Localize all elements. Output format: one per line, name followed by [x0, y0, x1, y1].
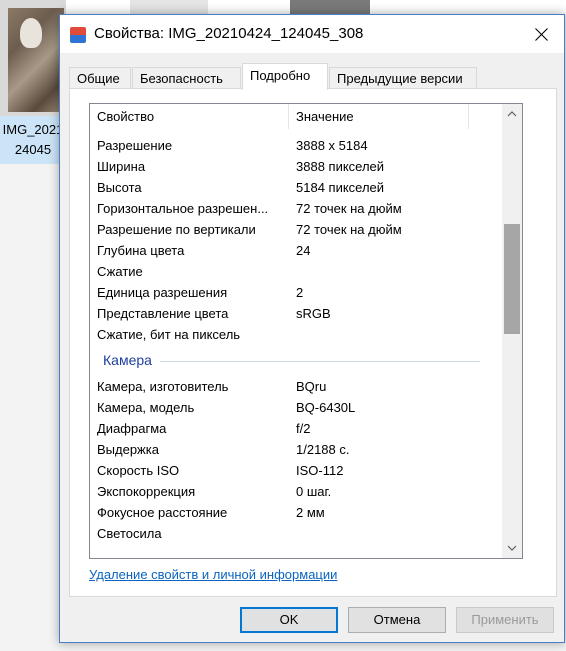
property-name: Разрешение по вертикали	[97, 222, 256, 237]
column-divider[interactable]	[468, 104, 469, 129]
cancel-button[interactable]: Отмена	[348, 607, 446, 633]
property-value: 24	[296, 243, 311, 258]
property-name: Светосила	[97, 526, 162, 541]
group-label: Камера	[103, 352, 152, 368]
list-item[interactable]: Камера, модель BQ-6430L	[90, 397, 490, 418]
group-divider	[160, 361, 480, 362]
property-value: ISO-112	[296, 463, 344, 478]
list-rows: Разрешение 3888 x 5184 Ширина 3888 пикселе…	[90, 135, 490, 544]
property-value: 1/2188 с.	[296, 442, 350, 457]
property-name: Скорость ISO	[97, 463, 180, 478]
column-header-value[interactable]: Значение	[296, 104, 354, 129]
list-item[interactable]: Скорость ISO ISO-112	[90, 460, 490, 481]
apply-button[interactable]: Применить	[456, 607, 554, 633]
file-thumbnail[interactable]	[0, 0, 66, 116]
remove-properties-link[interactable]: Удаление свойств и личной информации	[89, 567, 337, 582]
title-bar[interactable]: Свойства: IMG_20210424_124045_308	[60, 15, 564, 53]
close-icon	[534, 27, 548, 41]
group-heading-camera: Камера	[90, 349, 490, 372]
list-item[interactable]: Камера, изготовитель BQru	[90, 376, 490, 397]
list-item[interactable]: Выдержка 1/2188 с.	[90, 439, 490, 460]
list-item[interactable]: Разрешение по вертикали 72 точек на дюйм	[90, 219, 490, 240]
column-header-property[interactable]: Свойство	[97, 104, 154, 129]
property-name: Глубина цвета	[97, 243, 185, 258]
ok-button[interactable]: OK	[240, 607, 338, 633]
chevron-up-icon	[507, 111, 517, 117]
list-item[interactable]: Сжатие, бит на пиксель	[90, 324, 490, 345]
property-name: Камера, изготовитель	[97, 379, 229, 394]
list-item[interactable]: Экспокоррекция 0 шаг.	[90, 481, 490, 502]
list-item[interactable]: Фокусное расстояние 2 мм	[90, 502, 490, 523]
property-value: 2 мм	[296, 505, 325, 520]
list-item[interactable]: Сжатие	[90, 261, 490, 282]
vertical-scrollbar[interactable]	[502, 104, 522, 558]
file-thumbnail-partial	[290, 0, 370, 14]
explorer-background	[0, 0, 566, 14]
property-value: BQru	[296, 379, 327, 394]
scroll-down-button[interactable]	[502, 538, 522, 558]
file-name-line2: 24045	[0, 140, 66, 160]
tab-previous-versions[interactable]: Предыдущие версии	[329, 67, 477, 88]
scroll-thumb[interactable]	[504, 224, 520, 334]
property-value: 2	[296, 285, 304, 300]
properties-list[interactable]: Свойство Значение Разрешение 3888 x 5184 …	[89, 103, 523, 559]
list-item[interactable]: Глубина цвета 24	[90, 240, 490, 261]
list-item[interactable]: Высота 5184 пикселей	[90, 177, 490, 198]
properties-dialog: Свойства: IMG_20210424_124045_308 Общие …	[59, 14, 565, 643]
list-item[interactable]: Горизонтальное разрешен... 72 точек на дю…	[90, 198, 490, 219]
list-header: Свойство Значение	[90, 104, 490, 129]
property-name: Разрешение	[97, 138, 173, 153]
tab-security[interactable]: Безопасность	[132, 67, 241, 88]
property-value: 5184 пикселей	[296, 180, 385, 195]
tab-details[interactable]: Подробно	[242, 63, 328, 90]
list-item[interactable]: Ширина 3888 пикселей	[90, 156, 490, 177]
file-name-line1: IMG_2021	[0, 120, 66, 140]
tab-general[interactable]: Общие	[69, 67, 131, 88]
column-divider[interactable]	[288, 104, 289, 129]
property-name: Диафрагма	[97, 421, 167, 436]
property-value: 0 шаг.	[296, 484, 332, 499]
scroll-up-button[interactable]	[502, 104, 522, 124]
thumbnail-subject	[20, 18, 42, 48]
property-value: BQ-6430L	[296, 400, 356, 415]
chevron-down-icon	[507, 545, 517, 551]
list-item[interactable]: Разрешение 3888 x 5184	[90, 135, 490, 156]
property-name: Высота	[97, 180, 142, 195]
property-name: Сжатие	[97, 264, 143, 279]
property-value: 3888 x 5184	[296, 138, 368, 153]
list-item[interactable]: Диафрагма f/2	[90, 418, 490, 439]
property-value: 72 точек на дюйм	[296, 201, 402, 216]
property-value: 3888 пикселей	[296, 159, 385, 174]
property-name: Горизонтальное разрешен...	[97, 201, 269, 216]
properties-app-icon	[70, 27, 86, 43]
property-name: Ширина	[97, 159, 146, 174]
list-item[interactable]: Единица разрешения 2	[90, 282, 490, 303]
property-name: Единица разрешения	[97, 285, 228, 300]
list-item[interactable]: Светосила	[90, 523, 490, 544]
property-name: Выдержка	[97, 442, 159, 457]
property-name: Фокусное расстояние	[97, 505, 228, 520]
list-item[interactable]: Представление цвета sRGB	[90, 303, 490, 324]
file-thumbnail-partial	[130, 0, 208, 14]
property-name: Представление цвета	[97, 306, 229, 321]
property-value: 72 точек на дюйм	[296, 222, 402, 237]
window-title: Свойства: IMG_20210424_124045_308	[94, 25, 364, 42]
property-value: f/2	[296, 421, 311, 436]
property-name: Сжатие, бит на пиксель	[97, 327, 241, 342]
property-value: sRGB	[296, 306, 331, 321]
close-button[interactable]	[518, 15, 564, 53]
property-name: Камера, модель	[97, 400, 195, 415]
details-panel: Свойство Значение Разрешение 3888 x 5184 …	[69, 88, 557, 597]
property-name: Экспокоррекция	[97, 484, 196, 499]
